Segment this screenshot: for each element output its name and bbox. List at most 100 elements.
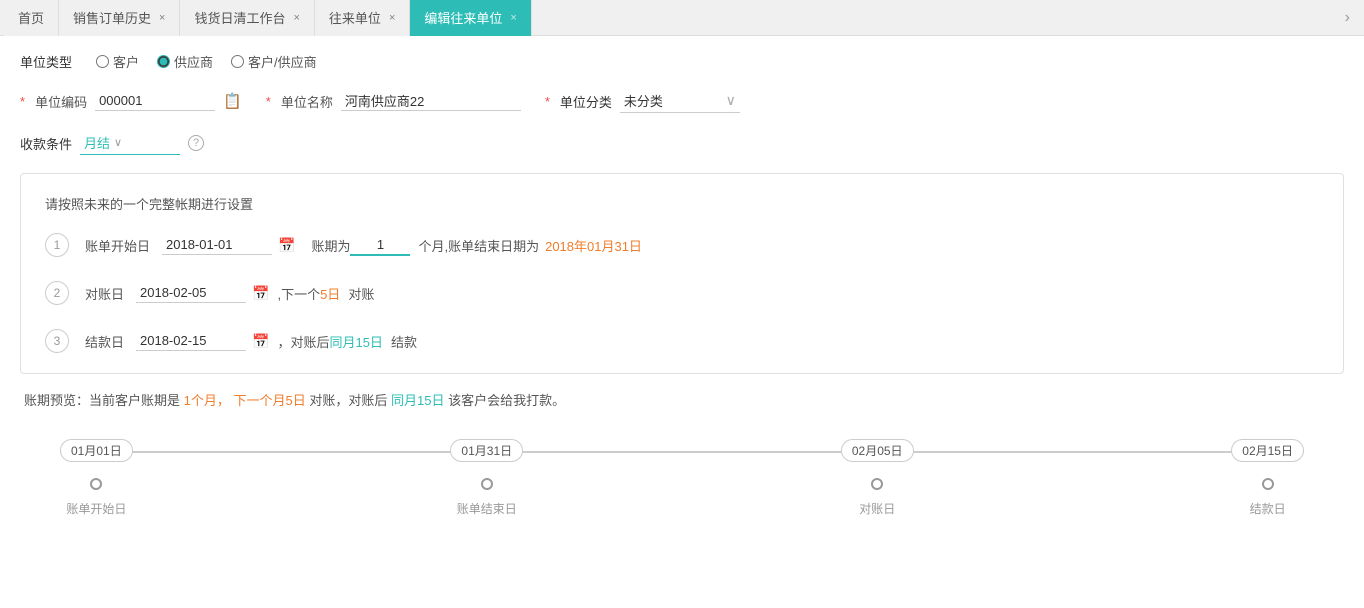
tab-cash-work-label: 钱货日清工作台 [194,8,285,27]
unit-name-required: * [266,94,271,109]
tab-partner-units[interactable]: 往来单位 × [315,0,410,36]
step-1-num: 1 [45,233,69,257]
step-2-highlight: 5日 [320,284,340,303]
timeline-badge-4: 02月15日 [1231,439,1304,462]
tab-edit-partner[interactable]: 编辑往来单位 × [410,0,531,36]
radio-customer[interactable]: 客户 [96,52,141,71]
settings-title: 请按照未来的一个完整帐期进行设置 [45,194,1319,213]
tab-cash-work-close[interactable]: × [293,12,299,24]
preview-part1: 1个月， [184,393,230,408]
payment-select[interactable]: 月结 ∨ [80,131,180,155]
unit-category-value: 未分类 [624,91,663,110]
tab-edit-partner-label: 编辑往来单位 [424,8,502,27]
step-2-label: 对账日 [85,284,124,303]
unit-type-row: 单位类型 客户 供应商 客户/供应商 [20,52,1344,71]
timeline-badge-2: 01月31日 [450,439,523,462]
step-2-num: 2 [45,281,69,305]
timeline-label-4: 结款日 [1250,500,1286,517]
timeline-point-1: 01月01日 账单开始日 [60,439,133,517]
step-1-end-date: 2018年01月31日 [545,236,642,255]
tab-home-label: 首页 [18,8,44,27]
timeline-dot-3 [871,478,883,490]
step-3-row: 3 结款日 📅 ，对账后 同月15日 结款 [45,329,1319,353]
step-1-row: 1 账单开始日 📅 账期为 个月,账单结束日期为 2018年01月31日 [45,233,1319,257]
preview-prefix: 账期预览：当前客户账期是 [24,393,180,408]
step-2-date-input[interactable] [136,283,246,303]
preview-part2: 下一个月5日 [234,393,306,408]
tab-edit-partner-close[interactable]: × [510,12,516,24]
unit-type-label: 单位类型 [20,52,72,71]
main-content: 单位类型 客户 供应商 客户/供应商 * 单位编码 📋 * 单位名称 [0,36,1364,608]
timeline-dot-1 [90,478,102,490]
step-1-period-unit: 个月,账单结束日期为 [418,236,539,255]
payment-label: 收款条件 [20,134,72,153]
step-2-suffix-after: 对账 [348,284,374,303]
timeline-dot-4 [1262,478,1274,490]
step-1-period-label: 账期为 [311,236,350,255]
step-1-label: 账单开始日 [85,236,150,255]
step-3-num: 3 [45,329,69,353]
unit-info-row: * 单位编码 📋 * 单位名称 * 单位分类 未分类 ∨ [20,89,1344,113]
timeline-badge-3: 02月05日 [841,439,914,462]
tab-partner-units-label: 往来单位 [329,8,381,27]
step-3-calendar-icon[interactable]: 📅 [252,333,269,350]
help-icon[interactable]: ? [188,135,204,151]
unit-category-select[interactable]: 未分类 ∨ [620,89,740,113]
preview-middle: 对账，对账后 [309,393,387,408]
payment-row: 收款条件 月结 ∨ ? [20,131,1344,155]
timeline-badge-1: 01月01日 [60,439,133,462]
timeline-label-3: 对账日 [859,500,895,517]
unit-code-input[interactable] [95,91,215,111]
timeline-points: 01月01日 账单开始日 01月31日 账单结束日 02月05日 对账日 02月… [60,439,1304,517]
payment-chevron-icon: ∨ [114,136,122,149]
tabs-bar: 首页 销售订单历史 × 钱货日清工作台 × 往来单位 × 编辑往来单位 × › [0,0,1364,36]
timeline-label-2: 账单结束日 [457,500,517,517]
timeline-point-2: 01月31日 账单结束日 [450,439,523,517]
unit-code-required: * [20,94,25,109]
tab-sales-history-close[interactable]: × [159,12,165,24]
tab-sales-history[interactable]: 销售订单历史 × [59,0,180,36]
tab-partner-units-close[interactable]: × [389,12,395,24]
step-3-suffix-before: ，对账后 [277,332,329,351]
settings-box: 请按照未来的一个完整帐期进行设置 1 账单开始日 📅 账期为 个月,账单结束日期… [20,173,1344,374]
tab-sales-history-label: 销售订单历史 [73,8,151,27]
unit-code-label: 单位编码 [35,92,87,111]
tab-more-button[interactable]: › [1335,9,1360,27]
unit-code-field: * 单位编码 📋 [20,91,242,111]
unit-name-input[interactable] [341,91,521,111]
radio-supplier[interactable]: 供应商 [157,52,215,71]
payment-value: 月结 [84,133,110,152]
unit-category-field: * 单位分类 未分类 ∨ [545,89,740,113]
timeline: 01月01日 账单开始日 01月31日 账单结束日 02月05日 对账日 02月… [20,429,1344,547]
radio-both-label: 客户/供应商 [248,52,317,71]
unit-category-label: 单位分类 [560,92,612,111]
radio-customer-label: 客户 [113,52,139,71]
step-3-label: 结款日 [85,332,124,351]
step-3-highlight: 同月15日 [329,332,382,351]
timeline-point-4: 02月15日 结款日 [1231,439,1304,517]
tab-cash-work[interactable]: 钱货日清工作台 × [180,0,314,36]
unit-name-label: 单位名称 [281,92,333,111]
step-1-date-input[interactable] [162,235,272,255]
preview-text: 账期预览：当前客户账期是 1个月， 下一个月5日 对账，对账后 同月15日 该客… [20,390,1344,409]
tab-home[interactable]: 首页 [4,0,59,36]
step-2-suffix-before: ,下一个 [277,284,320,303]
step-1-period-input[interactable] [350,235,410,256]
radio-both-input[interactable] [231,55,244,68]
unit-category-required: * [545,94,550,109]
step-2-calendar-icon[interactable]: 📅 [252,285,269,302]
radio-supplier-label: 供应商 [174,52,213,71]
step-2-row: 2 对账日 📅 ,下一个 5日 对账 [45,281,1319,305]
timeline-point-3: 02月05日 对账日 [841,439,914,517]
radio-customer-input[interactable] [96,55,109,68]
unit-name-field: * 单位名称 [266,91,521,111]
radio-both[interactable]: 客户/供应商 [231,52,319,71]
step-1-calendar-icon[interactable]: 📅 [278,237,295,254]
unit-code-icon[interactable]: 📋 [223,92,242,110]
step-3-suffix-after: 结款 [391,332,417,351]
preview-suffix: 该客户会给我打款。 [448,393,565,408]
chevron-down-icon: ∨ [726,92,736,109]
preview-part3: 同月15日 [391,393,444,408]
step-3-date-input[interactable] [136,331,246,351]
radio-supplier-input[interactable] [157,55,170,68]
